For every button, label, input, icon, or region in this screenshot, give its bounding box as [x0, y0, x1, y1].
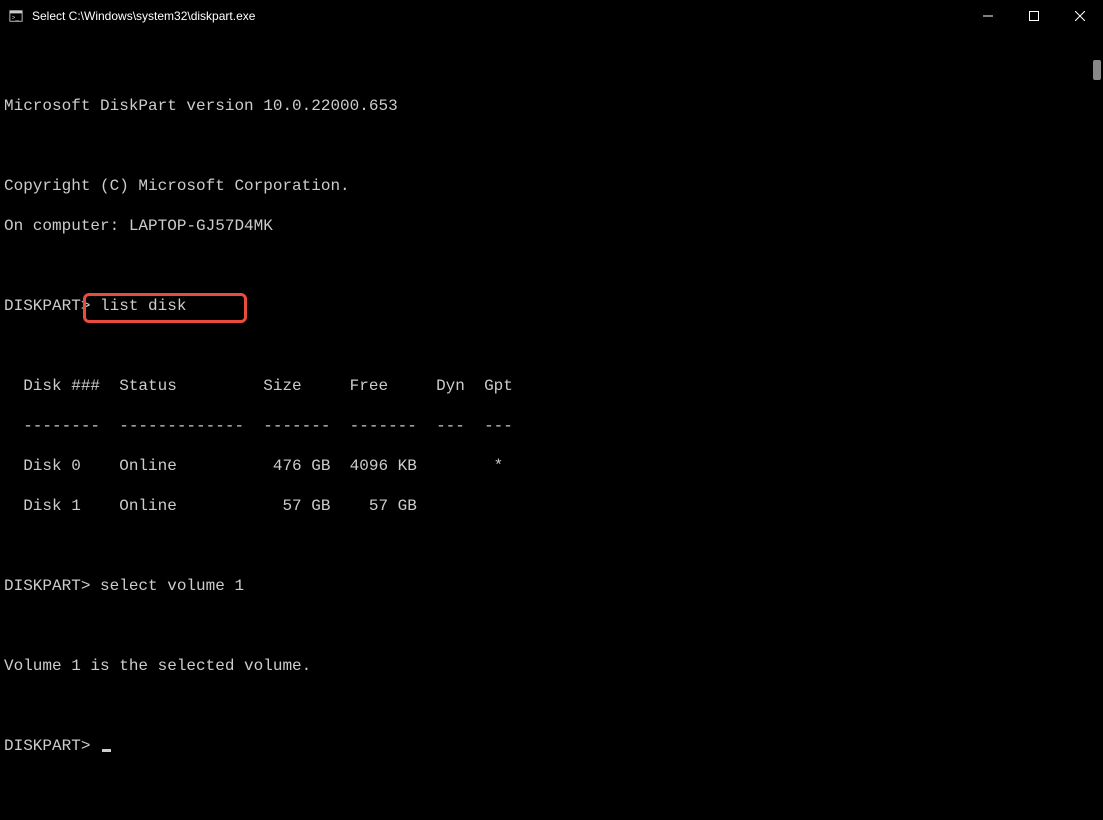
terminal-blank	[4, 616, 1099, 636]
svg-text:>_: >_	[12, 15, 20, 22]
terminal-blank	[4, 136, 1099, 156]
terminal-result: Volume 1 is the selected volume.	[4, 656, 1099, 676]
terminal-cursor	[102, 749, 111, 752]
terminal-blank	[4, 256, 1099, 276]
close-button[interactable]	[1057, 0, 1103, 32]
terminal-copyright: Copyright (C) Microsoft Corporation.	[4, 176, 1099, 196]
terminal-version: Microsoft DiskPart version 10.0.22000.65…	[4, 96, 1099, 116]
terminal-blank	[4, 696, 1099, 716]
terminal-prompt: DISKPART>	[4, 297, 100, 315]
terminal-blank	[4, 56, 1099, 76]
terminal-prompt: DISKPART>	[4, 577, 100, 595]
titlebar: >_ Select C:\Windows\system32\diskpart.e…	[0, 0, 1103, 32]
window-title: Select C:\Windows\system32\diskpart.exe	[32, 9, 255, 23]
maximize-button[interactable]	[1011, 0, 1057, 32]
terminal-command-highlighted: select volume 1	[100, 577, 244, 595]
terminal-prompt-line: DISKPART> select volume 1	[4, 576, 1099, 596]
terminal-content[interactable]: Microsoft DiskPart version 10.0.22000.65…	[0, 32, 1103, 820]
terminal-table-divider: -------- ------------- ------- ------- -…	[4, 416, 1099, 436]
minimize-button[interactable]	[965, 0, 1011, 32]
terminal-prompt-line: DISKPART>	[4, 736, 1099, 756]
terminal-table-header: Disk ### Status Size Free Dyn Gpt	[4, 376, 1099, 396]
terminal-table-row: Disk 1 Online 57 GB 57 GB	[4, 496, 1099, 516]
titlebar-buttons	[965, 0, 1103, 32]
app-icon: >_	[8, 8, 24, 24]
terminal-prompt: DISKPART>	[4, 737, 100, 755]
terminal-command: list disk	[100, 297, 186, 315]
scrollbar-thumb[interactable]	[1093, 60, 1101, 80]
terminal-computer: On computer: LAPTOP-GJ57D4MK	[4, 216, 1099, 236]
terminal-prompt-line: DISKPART> list disk	[4, 296, 1099, 316]
terminal-table-row: Disk 0 Online 476 GB 4096 KB *	[4, 456, 1099, 476]
terminal-blank	[4, 536, 1099, 556]
terminal-blank	[4, 336, 1099, 356]
titlebar-left: >_ Select C:\Windows\system32\diskpart.e…	[8, 8, 255, 24]
